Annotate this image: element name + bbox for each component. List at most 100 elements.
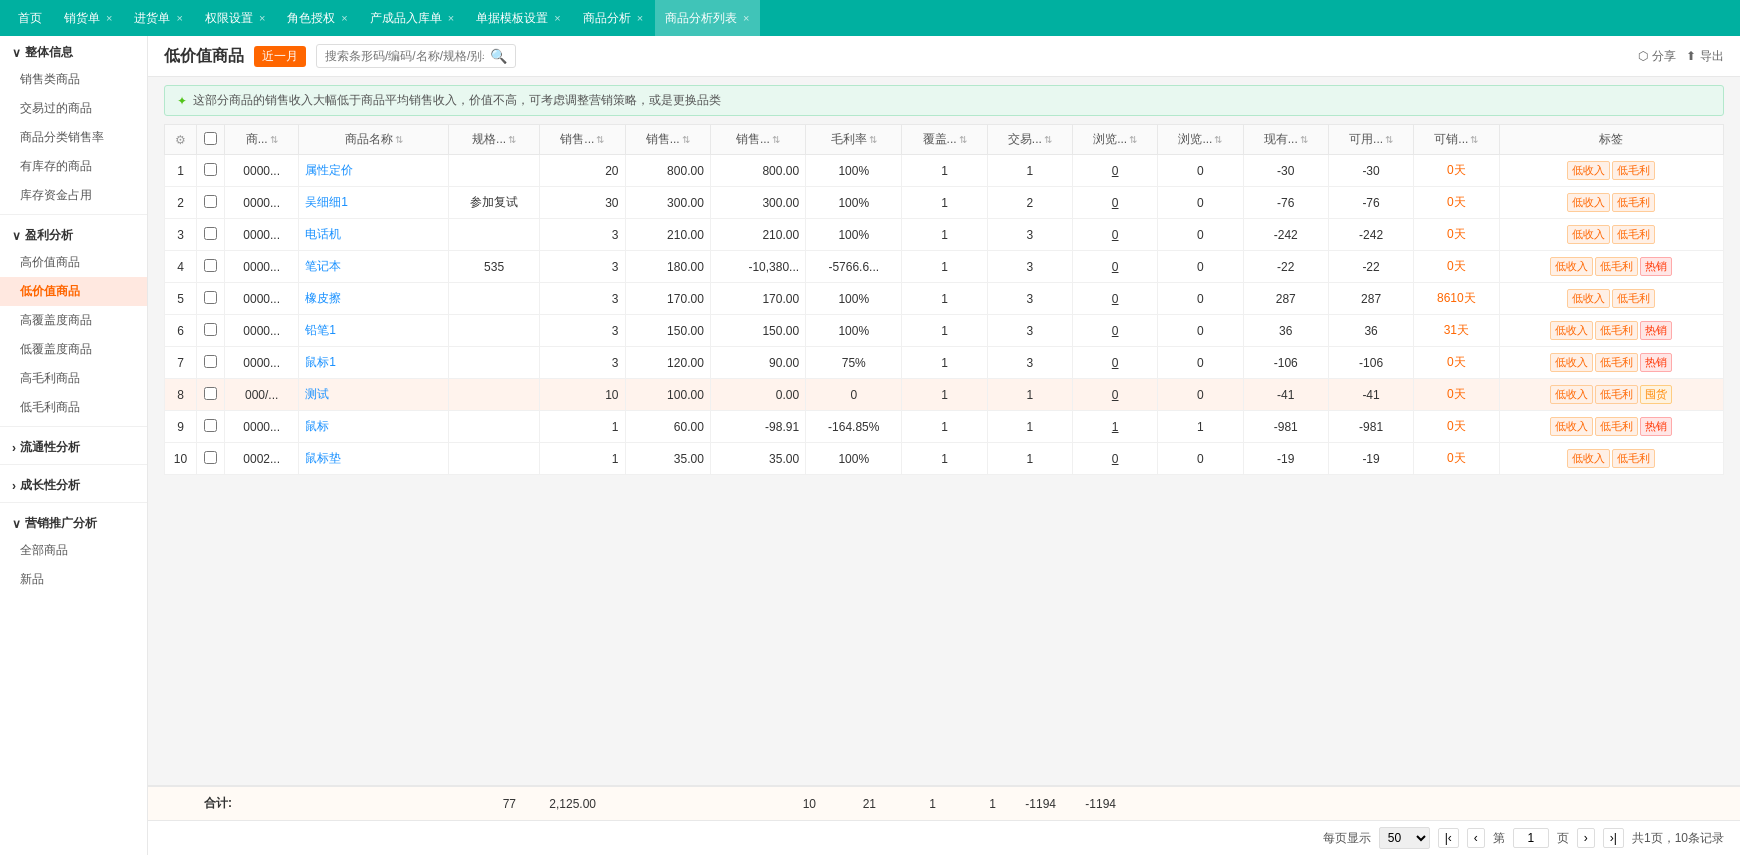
search-input[interactable]	[325, 49, 484, 63]
sidebar-item-stock-capital[interactable]: 库存资金占用	[0, 181, 147, 210]
view-count-link[interactable]: 1	[1112, 420, 1119, 434]
view-count-link[interactable]: 0	[1112, 452, 1119, 466]
close-sales-order-icon[interactable]: ×	[106, 12, 112, 24]
row-name[interactable]: 笔记本	[299, 251, 449, 283]
sort-available-icon[interactable]: ⇅	[1385, 134, 1393, 145]
sidebar-item-new-goods[interactable]: 新品	[0, 565, 147, 594]
close-template-icon[interactable]: ×	[554, 12, 560, 24]
view-count-link[interactable]: 0	[1112, 164, 1119, 178]
sort-code-icon[interactable]: ⇅	[270, 134, 278, 145]
per-page-select[interactable]: 50 20 100	[1379, 827, 1430, 849]
date-filter-btn[interactable]: 近一月	[254, 46, 306, 67]
nav-product-inbound[interactable]: 产成品入库单 ×	[360, 0, 464, 36]
sort-spec-icon[interactable]: ⇅	[508, 134, 516, 145]
row-checkbox[interactable]	[204, 323, 217, 336]
sidebar-item-traded-goods[interactable]: 交易过的商品	[0, 94, 147, 123]
sort-coverage-icon[interactable]: ⇅	[959, 134, 967, 145]
sidebar-item-low-coverage[interactable]: 低覆盖度商品	[0, 335, 147, 364]
view-count-link[interactable]: 0	[1112, 388, 1119, 402]
row-checkbox[interactable]	[204, 259, 217, 272]
row-checkbox[interactable]	[204, 227, 217, 240]
nav-product-analysis-list[interactable]: 商品分析列表 ×	[655, 0, 759, 36]
sidebar-item-sales-goods[interactable]: 销售类商品	[0, 65, 147, 94]
sort-stock-icon[interactable]: ⇅	[1300, 134, 1308, 145]
page-number-input[interactable]	[1513, 828, 1549, 848]
close-permissions-icon[interactable]: ×	[259, 12, 265, 24]
table-row: 9 0000... 鼠标 1 60.00 -98.91 -164.85% 1 1…	[165, 411, 1724, 443]
col-settings-icon[interactable]: ⚙	[175, 133, 186, 147]
close-analysis-icon[interactable]: ×	[637, 12, 643, 24]
sidebar-item-stocked-goods[interactable]: 有库存的商品	[0, 152, 147, 181]
sidebar-item-category-sales[interactable]: 商品分类销售率	[0, 123, 147, 152]
sort-view1-icon[interactable]: ⇅	[1129, 134, 1137, 145]
row-name[interactable]: 属性定价	[299, 155, 449, 187]
nav-purchase-order[interactable]: 进货单 ×	[124, 0, 192, 36]
row-view1[interactable]: 0	[1073, 443, 1158, 475]
sort-name-icon[interactable]: ⇅	[395, 134, 403, 145]
close-purchase-order-icon[interactable]: ×	[176, 12, 182, 24]
sort-salescost-icon[interactable]: ⇅	[772, 134, 780, 145]
view-count-link[interactable]: 0	[1112, 324, 1119, 338]
view-count-link[interactable]: 0	[1112, 356, 1119, 370]
row-name[interactable]: 鼠标	[299, 411, 449, 443]
share-btn[interactable]: ⬡ 分享	[1638, 48, 1676, 65]
row-name[interactable]: 铅笔1	[299, 315, 449, 347]
row-checkbox[interactable]	[204, 163, 217, 176]
view-count-link[interactable]: 0	[1112, 228, 1119, 242]
close-product-inbound-icon[interactable]: ×	[448, 12, 454, 24]
row-checkbox[interactable]	[204, 387, 217, 400]
nav-sales-order[interactable]: 销货单 ×	[54, 0, 122, 36]
row-name[interactable]: 测试	[299, 379, 449, 411]
sidebar-item-low-value[interactable]: 低价值商品	[0, 277, 147, 306]
sidebar-group-flow[interactable]: › 流通性分析	[0, 431, 147, 460]
sort-grossrate-icon[interactable]: ⇅	[869, 134, 877, 145]
row-checkbox[interactable]	[204, 195, 217, 208]
view-count-link[interactable]: 0	[1112, 260, 1119, 274]
sidebar-item-low-margin[interactable]: 低毛利商品	[0, 393, 147, 422]
select-all-checkbox[interactable]	[204, 132, 217, 145]
row-view1[interactable]: 0	[1073, 315, 1158, 347]
row-name[interactable]: 电话机	[299, 219, 449, 251]
export-btn[interactable]: ⬆ 导出	[1686, 48, 1724, 65]
sidebar-group-growth[interactable]: › 成长性分析	[0, 469, 147, 498]
nav-product-analysis[interactable]: 商品分析 ×	[573, 0, 653, 36]
search-icon[interactable]: 🔍	[490, 48, 507, 64]
next-page-btn[interactable]: ›	[1577, 828, 1595, 848]
sort-salesamt-icon[interactable]: ⇅	[682, 134, 690, 145]
nav-permissions[interactable]: 权限设置 ×	[195, 0, 275, 36]
sort-view2-icon[interactable]: ⇅	[1214, 134, 1222, 145]
row-view1[interactable]: 0	[1073, 187, 1158, 219]
sort-saleable-icon[interactable]: ⇅	[1470, 134, 1478, 145]
row-name[interactable]: 鼠标1	[299, 347, 449, 379]
row-view1[interactable]: 0	[1073, 251, 1158, 283]
close-role-auth-icon[interactable]: ×	[341, 12, 347, 24]
view-count-link[interactable]: 0	[1112, 292, 1119, 306]
last-page-btn[interactable]: ›|	[1603, 828, 1624, 848]
view-count-link[interactable]: 0	[1112, 196, 1119, 210]
sort-trade-icon[interactable]: ⇅	[1044, 134, 1052, 145]
sidebar-item-high-coverage[interactable]: 高覆盖度商品	[0, 306, 147, 335]
nav-home[interactable]: 首页	[8, 0, 52, 36]
sidebar-item-all-goods[interactable]: 全部商品	[0, 536, 147, 565]
sidebar-item-high-value[interactable]: 高价值商品	[0, 248, 147, 277]
row-name[interactable]: 橡皮擦	[299, 283, 449, 315]
row-name[interactable]: 鼠标垫	[299, 443, 449, 475]
first-page-btn[interactable]: |‹	[1438, 828, 1459, 848]
row-checkbox[interactable]	[204, 291, 217, 304]
close-analysis-list-icon[interactable]: ×	[743, 12, 749, 24]
row-name[interactable]: 吴细细1	[299, 187, 449, 219]
row-view1[interactable]: 0	[1073, 379, 1158, 411]
row-checkbox[interactable]	[204, 451, 217, 464]
row-view1[interactable]: 0	[1073, 155, 1158, 187]
row-view1[interactable]: 0	[1073, 347, 1158, 379]
nav-template-settings[interactable]: 单据模板设置 ×	[466, 0, 570, 36]
row-view1[interactable]: 0	[1073, 219, 1158, 251]
row-view1[interactable]: 1	[1073, 411, 1158, 443]
sort-salesqty-icon[interactable]: ⇅	[596, 134, 604, 145]
row-checkbox[interactable]	[204, 355, 217, 368]
row-checkbox[interactable]	[204, 419, 217, 432]
nav-role-auth[interactable]: 角色授权 ×	[277, 0, 357, 36]
sidebar-item-high-margin[interactable]: 高毛利商品	[0, 364, 147, 393]
row-view1[interactable]: 0	[1073, 283, 1158, 315]
prev-page-btn[interactable]: ‹	[1467, 828, 1485, 848]
